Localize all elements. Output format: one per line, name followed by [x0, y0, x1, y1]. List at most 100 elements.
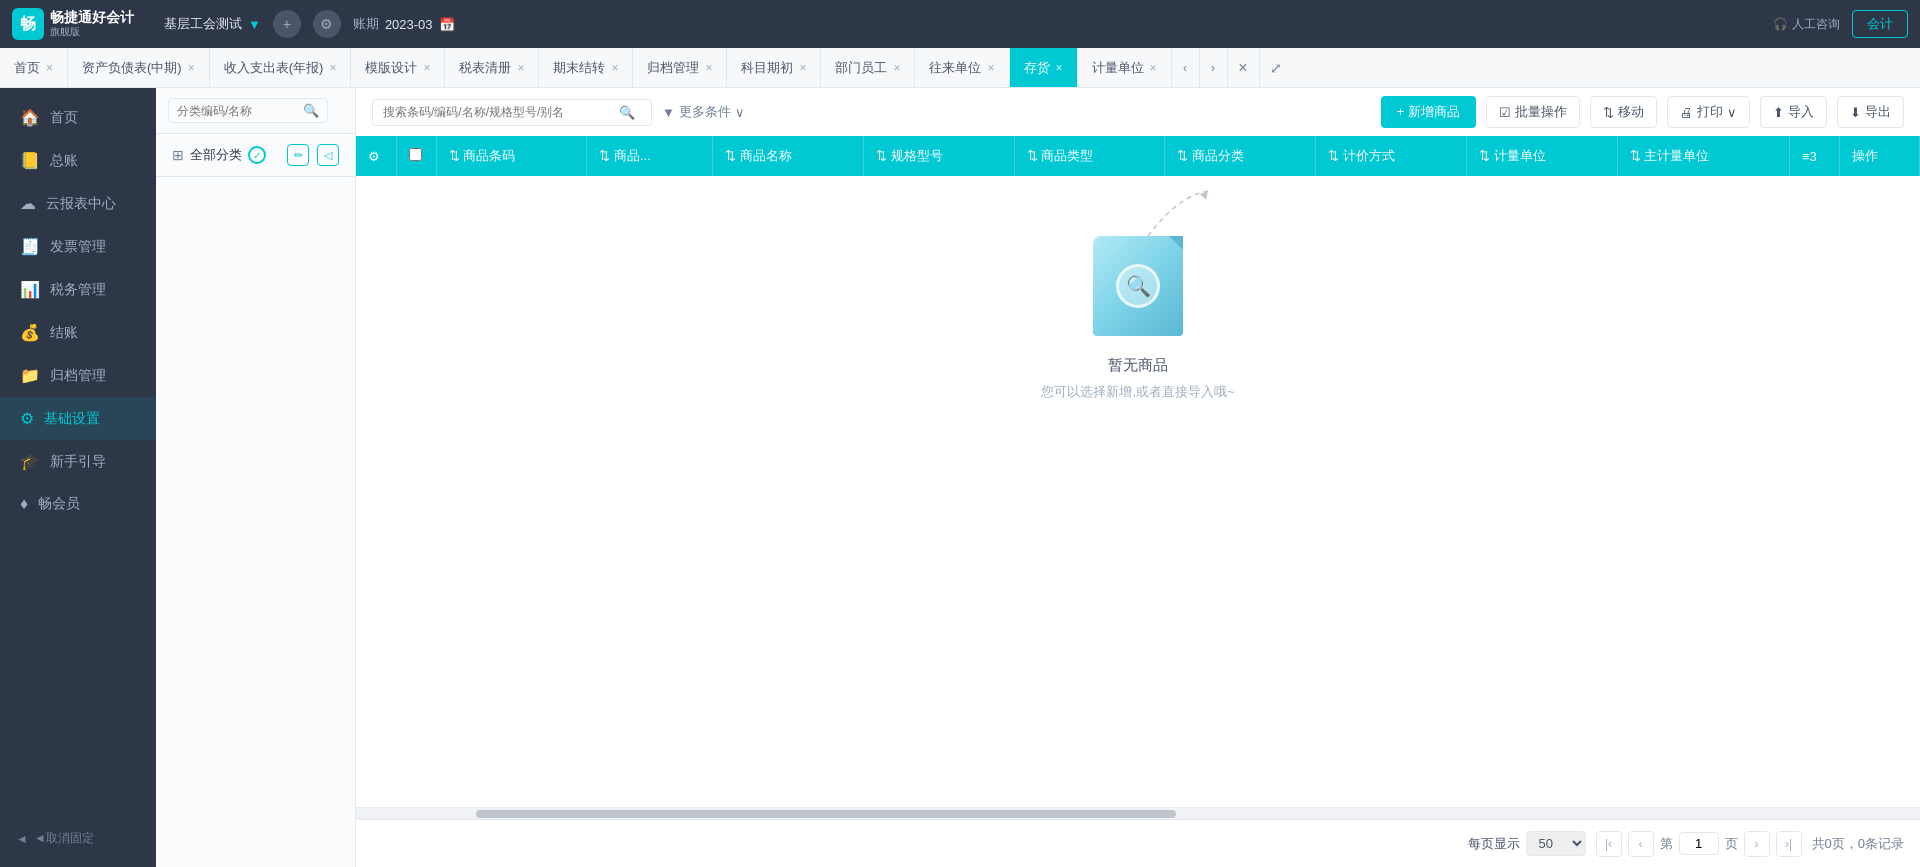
tab-template-design[interactable]: 模版设计 × [351, 48, 445, 88]
scrollbar-thumb[interactable] [476, 810, 1176, 818]
tab-inventory[interactable]: 存货 × [1010, 48, 1078, 88]
customer-service-button[interactable]: 🎧 人工咨询 [1773, 16, 1840, 33]
next-page-button[interactable]: › [1744, 831, 1770, 857]
sidebar-item-home[interactable]: 🏠 首页 [0, 96, 156, 139]
invoice-icon: 🧾 [20, 237, 40, 256]
sidebar-item-basic-settings[interactable]: ⚙ 基础设置 [0, 397, 156, 440]
first-page-button[interactable]: |‹ [1596, 831, 1622, 857]
batch-operation-button[interactable]: ☑ 批量操作 [1486, 96, 1580, 128]
sidebar-item-member-label: 畅会员 [38, 495, 80, 513]
page-navigation: |‹ ‹ 第 页 › ›| [1596, 831, 1802, 857]
tab-subject-initial[interactable]: 科目期初 × [727, 48, 821, 88]
main-search-icon[interactable]: 🔍 [619, 105, 635, 120]
th-code-sort[interactable]: ⇅ [599, 148, 610, 163]
print-icon: 🖨 [1680, 105, 1693, 120]
tab-close-all-button[interactable]: × [1228, 48, 1260, 88]
tab-dept-employee[interactable]: 部门员工 × [821, 48, 915, 88]
top-header: 畅 畅捷通好会计 旗舰版 基层工会测试 ▼ + ⚙ 账期 2023-03 📅 🎧… [0, 0, 1920, 48]
th-settings[interactable]: ⚙ [356, 136, 396, 176]
tab-subject-initial-close[interactable]: × [799, 61, 806, 75]
th-unit-sort[interactable]: ⇅ [1479, 148, 1490, 163]
export-button[interactable]: ⬇ 导出 [1837, 96, 1904, 128]
sidebar-item-member[interactable]: ♦ 畅会员 [0, 483, 156, 525]
sidebar-item-settlement[interactable]: 💰 结账 [0, 311, 156, 354]
th-spec-sort[interactable]: ⇅ [876, 148, 887, 163]
tab-template-design-label: 模版设计 [365, 59, 417, 77]
tab-scroll-right-button[interactable]: › [1200, 48, 1228, 88]
tab-scroll-left-button[interactable]: ‹ [1172, 48, 1200, 88]
th-main-unit-sort[interactable]: ⇅ [1630, 148, 1641, 163]
tab-homepage-close[interactable]: × [46, 61, 53, 75]
tab-income-expense[interactable]: 收入支出表(年报) × [210, 48, 352, 88]
collapse-panel-button[interactable]: ◁ [317, 144, 339, 166]
sidebar-item-invoice[interactable]: 🧾 发票管理 [0, 225, 156, 268]
tab-measure-unit-close[interactable]: × [1150, 61, 1157, 75]
tab-balance-sheet[interactable]: 资产负债表(中期) × [68, 48, 210, 88]
tab-income-expense-close[interactable]: × [329, 61, 336, 75]
th-price-method: ⇅ 计价方式 [1316, 136, 1467, 176]
last-page-button[interactable]: ›| [1776, 831, 1802, 857]
per-page-select[interactable]: 50 100 200 [1526, 831, 1586, 856]
move-button[interactable]: ⇅ 移动 [1590, 96, 1657, 128]
tab-balance-sheet-close[interactable]: × [188, 61, 195, 75]
company-name: 基层工会测试 [164, 15, 242, 33]
th-category-sort[interactable]: ⇅ [1177, 148, 1188, 163]
tab-homepage[interactable]: 首页 × [0, 48, 68, 88]
add-product-button[interactable]: + 新增商品 [1381, 96, 1476, 128]
sidebar-item-archive[interactable]: 📁 归档管理 [0, 354, 156, 397]
print-button[interactable]: 🖨 打印 ∨ [1667, 96, 1750, 128]
sidebar-item-home-label: 首页 [50, 109, 78, 127]
tab-dept-employee-close[interactable]: × [893, 61, 900, 75]
th-extra[interactable]: ≡3 [1790, 136, 1840, 176]
company-selector[interactable]: 基层工会测试 ▼ [164, 15, 261, 33]
th-price-method-sort[interactable]: ⇅ [1328, 148, 1339, 163]
tab-contact[interactable]: 往来单位 × [915, 48, 1009, 88]
tab-archive-close[interactable]: × [705, 61, 712, 75]
tab-inventory-close[interactable]: × [1056, 61, 1063, 75]
tab-template-design-close[interactable]: × [423, 61, 430, 75]
th-barcode-sort[interactable]: ⇅ [449, 148, 460, 163]
import-button[interactable]: ⬆ 导入 [1760, 96, 1827, 128]
add-company-button[interactable]: + [273, 10, 301, 38]
customer-service-label: 人工咨询 [1792, 16, 1840, 33]
table-header-toolbar: 🔍 ▼ 更多条件 ∨ + 新增商品 ☑ 批量操作 [356, 88, 1920, 136]
select-all-checkbox[interactable] [409, 148, 422, 161]
prev-page-button[interactable]: ‹ [1628, 831, 1654, 857]
settings-button[interactable]: ⚙ [313, 10, 341, 38]
tab-contact-close[interactable]: × [987, 61, 994, 75]
tab-period-transfer-close[interactable]: × [611, 61, 618, 75]
account-button[interactable]: 会计 [1852, 10, 1908, 38]
batch-label: 批量操作 [1515, 103, 1567, 121]
sidebar-item-ledger[interactable]: 📒 总账 [0, 139, 156, 182]
current-page-input[interactable] [1679, 832, 1719, 855]
main-search-wrapper[interactable]: 🔍 [372, 99, 652, 126]
sidebar-unpin-button[interactable]: ◄ ◄取消固定 [0, 818, 156, 859]
unpin-icon: ◄ [16, 832, 28, 846]
tab-dept-employee-label: 部门员工 [835, 59, 887, 77]
th-checkbox[interactable] [396, 136, 436, 176]
edit-category-button[interactable]: ✏ [287, 144, 309, 166]
tab-period-transfer[interactable]: 期末结转 × [539, 48, 633, 88]
print-label: 打印 [1697, 103, 1723, 121]
horizontal-scrollbar[interactable] [356, 807, 1920, 819]
tab-tax-list-close[interactable]: × [517, 61, 524, 75]
sidebar-item-guide[interactable]: 🎓 新手引导 [0, 440, 156, 483]
th-code: ⇅ 商品... [587, 136, 713, 176]
category-search-input[interactable] [177, 104, 297, 118]
category-search-input-wrapper[interactable]: 🔍 [168, 98, 328, 123]
main-search-input[interactable] [383, 105, 613, 119]
th-category: ⇅ 商品分类 [1165, 136, 1316, 176]
tab-measure-unit[interactable]: 计量单位 × [1078, 48, 1172, 88]
main-content: 🏠 首页 📒 总账 ☁ 云报表中心 🧾 发票管理 📊 税务管理 💰 结账 📁 归… [0, 88, 1920, 867]
sidebar-item-cloud-report[interactable]: ☁ 云报表中心 [0, 182, 156, 225]
headset-icon: 🎧 [1773, 17, 1788, 31]
calendar-icon[interactable]: 📅 [439, 17, 455, 32]
more-filter-button[interactable]: ▼ 更多条件 ∨ [662, 103, 745, 121]
th-type-sort[interactable]: ⇅ [1027, 148, 1038, 163]
tab-tax-list[interactable]: 税表清册 × [445, 48, 539, 88]
sidebar-item-tax[interactable]: 📊 税务管理 [0, 268, 156, 311]
category-search-icon[interactable]: 🔍 [303, 103, 319, 118]
tab-archive[interactable]: 归档管理 × [633, 48, 727, 88]
tab-expand-button[interactable]: ⤢ [1260, 48, 1292, 88]
th-name-sort[interactable]: ⇅ [725, 148, 736, 163]
